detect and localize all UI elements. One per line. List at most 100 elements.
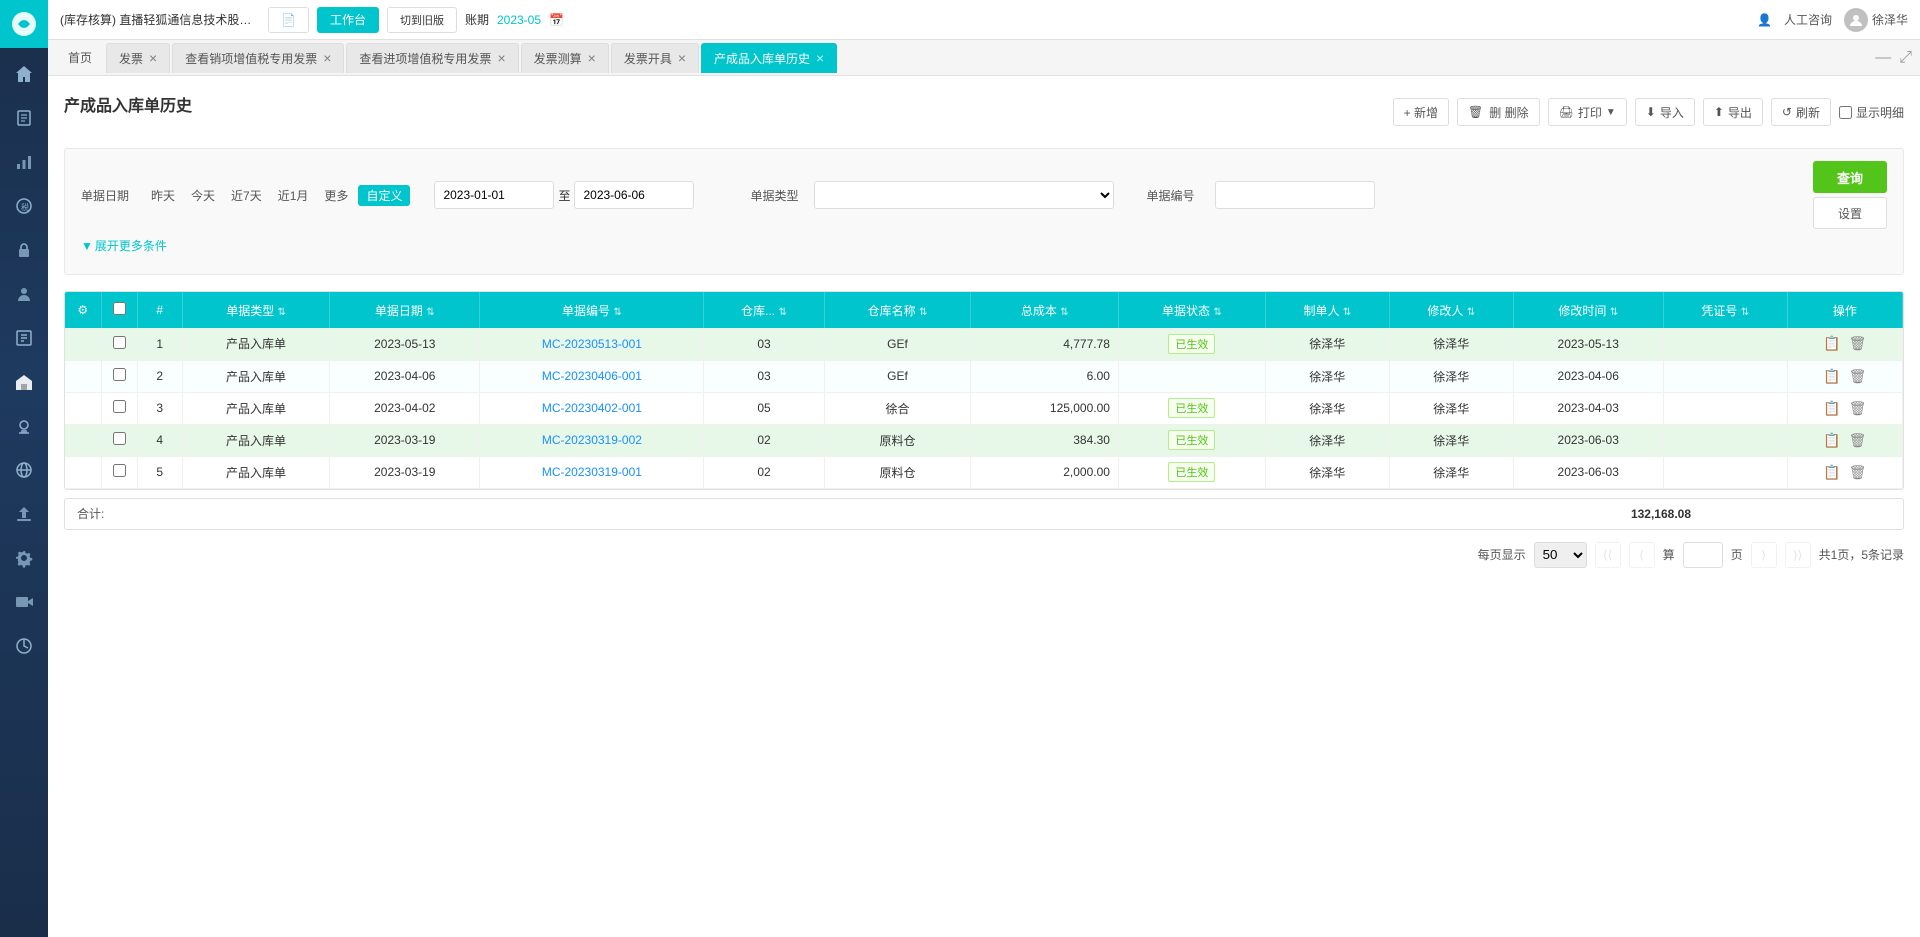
export-btn[interactable]: ⬆ 导出	[1703, 98, 1763, 126]
sort-icon-doc-date[interactable]: ⇅	[426, 307, 434, 318]
row-checkbox[interactable]	[113, 368, 126, 381]
delete-row-btn[interactable]: 🗑	[1849, 464, 1867, 481]
doc-no-input[interactable]	[1215, 181, 1375, 209]
delete-btn[interactable]: 🗑 删 删除	[1457, 98, 1540, 126]
shortcut-1month[interactable]: 近1月	[272, 185, 315, 206]
calendar-icon[interactable]: 📅	[549, 13, 564, 27]
sidebar-item-version[interactable]	[0, 624, 48, 668]
col-doc-no[interactable]: 单据编号 ⇅	[480, 292, 704, 328]
refresh-btn[interactable]: ↺ 刷新	[1771, 98, 1831, 126]
cell-checkbox[interactable]	[101, 328, 137, 360]
col-modify-time[interactable]: 修改时间 ⇅	[1513, 292, 1663, 328]
tab-invoice-issue[interactable]: 发票开具 ×	[611, 43, 699, 73]
doc-icon-btn[interactable]: 📄	[268, 7, 309, 33]
delete-row-btn[interactable]: 🗑	[1849, 432, 1867, 449]
tab-check-sales-vat[interactable]: 查看销项增值税专用发票 ×	[172, 43, 344, 73]
print-dropdown-icon[interactable]: ▼	[1606, 107, 1616, 118]
sort-icon-voucher-no[interactable]: ⇅	[1741, 307, 1749, 318]
sort-icon-doc-no[interactable]: ⇅	[613, 307, 621, 318]
col-creator[interactable]: 制单人 ⇅	[1265, 292, 1389, 328]
first-page-btn[interactable]: ⟨⟨	[1595, 542, 1621, 568]
tab-home[interactable]: 首页	[56, 43, 104, 73]
sidebar-item-upload[interactable]	[0, 492, 48, 536]
cell-checkbox[interactable]	[101, 424, 137, 456]
next-page-btn[interactable]: ⟩	[1751, 542, 1777, 568]
sort-icon-doc-type[interactable]: ⇅	[278, 307, 286, 318]
sidebar-item-invoice[interactable]	[0, 96, 48, 140]
minimize-btn[interactable]: —	[1875, 49, 1891, 67]
query-btn[interactable]: 查询	[1813, 161, 1887, 193]
new-btn[interactable]: + 新增	[1393, 98, 1449, 126]
sidebar-item-stamp[interactable]	[0, 404, 48, 448]
col-warehouse-name[interactable]: 仓库名称 ⇅	[824, 292, 971, 328]
last-page-btn[interactable]: ⟩⟩	[1785, 542, 1811, 568]
col-doc-status[interactable]: 单据状态 ⇅	[1118, 292, 1265, 328]
date-end-input[interactable]	[574, 181, 694, 209]
tab-invoice-calc-close[interactable]: ×	[588, 51, 596, 65]
col-modifier[interactable]: 修改人 ⇅	[1389, 292, 1513, 328]
cell-doc-no[interactable]: MC-20230319-002	[480, 424, 704, 456]
edit-btn[interactable]: 📋	[1823, 432, 1840, 449]
sort-icon-creator[interactable]: ⇅	[1343, 307, 1351, 318]
sidebar-item-people[interactable]	[0, 272, 48, 316]
shortcut-yesterday[interactable]: 昨天	[145, 185, 181, 206]
sort-icon-warehouse-name[interactable]: ⇅	[919, 307, 927, 318]
reset-btn[interactable]: 设置	[1813, 197, 1887, 229]
sidebar-item-analytics[interactable]	[0, 140, 48, 184]
date-start-input[interactable]	[434, 181, 554, 209]
sidebar-item-home[interactable]	[0, 52, 48, 96]
row-checkbox[interactable]	[113, 400, 126, 413]
tab-product-history-close[interactable]: ×	[816, 51, 824, 65]
app-logo[interactable]	[0, 0, 48, 48]
row-checkbox[interactable]	[113, 464, 126, 477]
tab-invoice-close[interactable]: ×	[149, 51, 157, 65]
sidebar-item-globe[interactable]	[0, 448, 48, 492]
tab-invoice-calc[interactable]: 发票测算 ×	[521, 43, 609, 73]
cell-doc-no[interactable]: MC-20230319-001	[480, 456, 704, 488]
col-voucher-no[interactable]: 凭证号 ⇅	[1663, 292, 1787, 328]
col-total-cost[interactable]: 总成本 ⇅	[971, 292, 1119, 328]
edit-btn[interactable]: 📋	[1823, 400, 1840, 417]
sort-icon-doc-status[interactable]: ⇅	[1213, 307, 1221, 318]
sidebar-item-video[interactable]	[0, 580, 48, 624]
delete-row-btn[interactable]: 🗑	[1849, 368, 1867, 385]
maximize-btn[interactable]: ⤢	[1899, 49, 1912, 67]
cell-checkbox[interactable]	[101, 360, 137, 392]
tab-invoice-issue-close[interactable]: ×	[678, 51, 686, 65]
cell-doc-no[interactable]: MC-20230406-001	[480, 360, 704, 392]
delete-row-btn[interactable]: 🗑	[1849, 335, 1867, 352]
tab-check-purchase-vat-close[interactable]: ×	[497, 51, 505, 65]
page-input[interactable]: 1	[1683, 542, 1723, 568]
col-warehouse-code[interactable]: 仓库... ⇅	[704, 292, 824, 328]
col-settings[interactable]: ⚙	[65, 292, 101, 328]
sort-icon-modify-time[interactable]: ⇅	[1610, 307, 1618, 318]
sort-icon-modifier[interactable]: ⇅	[1467, 307, 1475, 318]
col-doc-date[interactable]: 单据日期 ⇅	[330, 292, 480, 328]
delete-row-btn[interactable]: 🗑	[1849, 400, 1867, 417]
edit-btn[interactable]: 📋	[1823, 368, 1840, 385]
cell-doc-no[interactable]: MC-20230513-001	[480, 328, 704, 360]
cell-doc-no[interactable]: MC-20230402-001	[480, 392, 704, 424]
sidebar-item-tax[interactable]: 税	[0, 184, 48, 228]
doc-type-select[interactable]	[814, 181, 1114, 209]
sidebar-item-settings[interactable]	[0, 536, 48, 580]
sidebar-item-report[interactable]	[0, 316, 48, 360]
edit-btn[interactable]: 📋	[1823, 464, 1840, 481]
row-checkbox[interactable]	[113, 432, 126, 445]
shortcut-7days[interactable]: 近7天	[225, 185, 268, 206]
per-page-select[interactable]: 10 20 50 100	[1534, 542, 1587, 568]
sidebar-item-warehouse[interactable]	[0, 360, 48, 404]
edit-btn[interactable]: 📋	[1823, 335, 1840, 352]
row-checkbox[interactable]	[113, 336, 126, 349]
select-all-checkbox[interactable]	[113, 302, 126, 315]
service-label[interactable]: 人工咨询	[1784, 11, 1832, 28]
sort-icon-warehouse-code[interactable]: ⇅	[778, 307, 786, 318]
show-detail-checkbox[interactable]	[1839, 106, 1852, 119]
prev-page-btn[interactable]: ⟨	[1629, 542, 1655, 568]
sidebar-item-lock[interactable]	[0, 228, 48, 272]
tab-product-history[interactable]: 产成品入库单历史 ×	[701, 43, 837, 73]
import-btn[interactable]: ⬇ 导入	[1635, 98, 1695, 126]
tab-check-purchase-vat[interactable]: 查看进项增值税专用发票 ×	[346, 43, 518, 73]
tab-check-sales-vat-close[interactable]: ×	[323, 51, 331, 65]
col-checkbox[interactable]	[101, 292, 137, 328]
